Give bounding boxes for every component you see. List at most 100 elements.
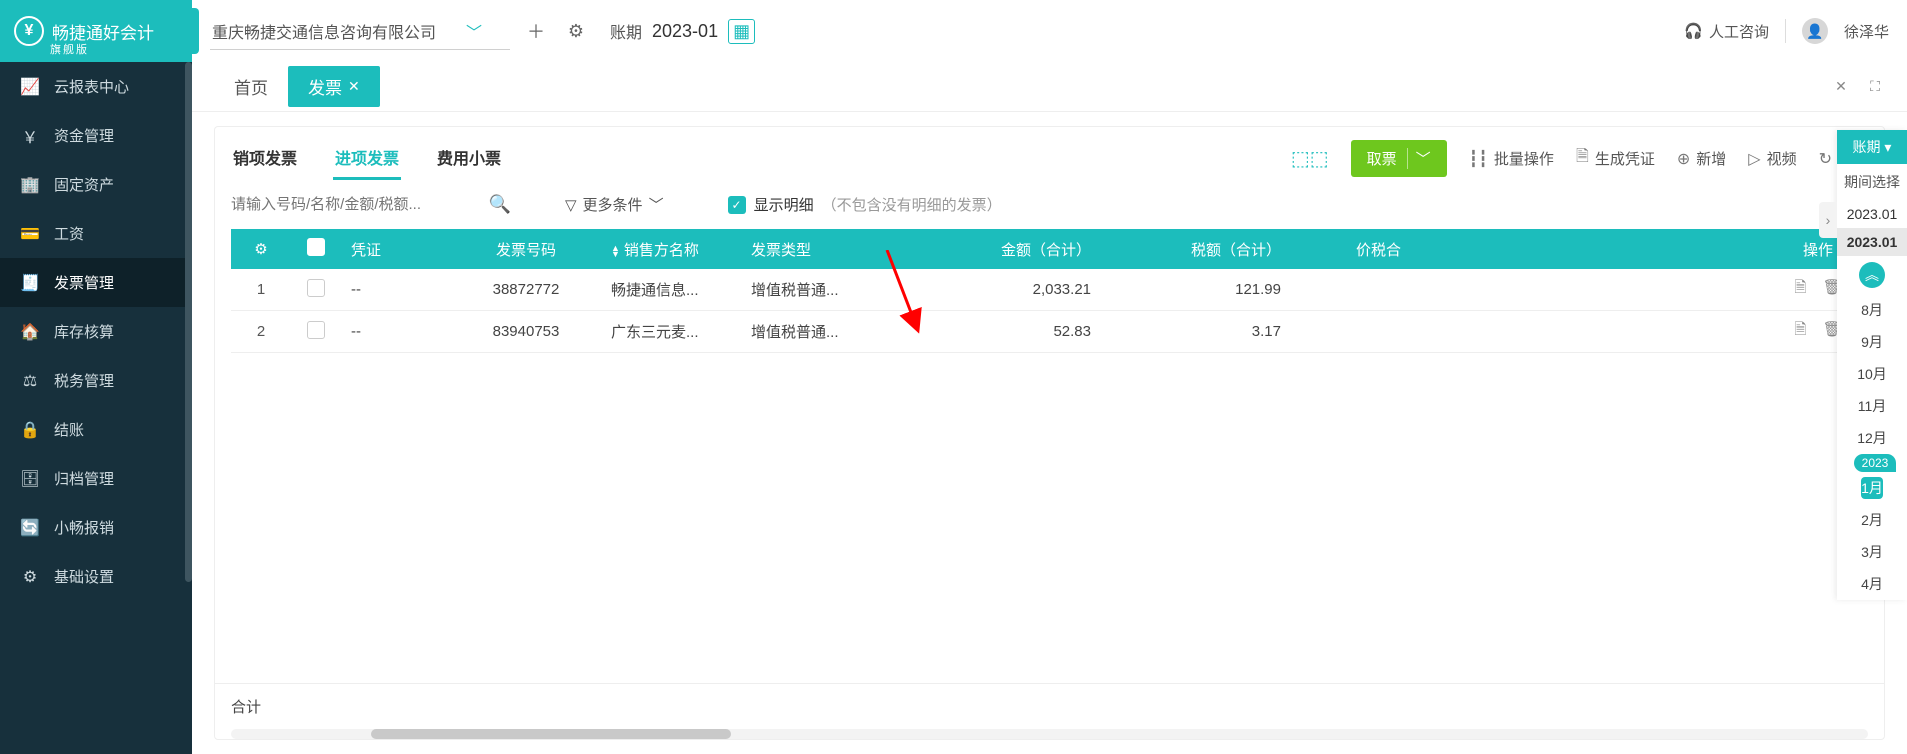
col-amount[interactable]: 金额（合计） — [901, 239, 1101, 260]
nav-salary[interactable]: 💳工资 — [0, 209, 192, 258]
nav: 📈 云报表中心 ￥资金管理 🏢固定资产 💳工资 🧾发票管理 🏠库存核算 ⚖税务管理… — [0, 62, 192, 754]
nav-funds[interactable]: ￥资金管理 — [0, 111, 192, 160]
period-selector[interactable]: 账期 2023-01 ▦ — [610, 19, 755, 44]
row-index: 1 — [231, 281, 291, 298]
chart-line-icon: 📈 — [20, 77, 40, 97]
nav-close-account[interactable]: 🔒结账 — [0, 405, 192, 454]
period-month[interactable]: 2月 — [1861, 504, 1883, 536]
cell-seller: 畅捷通信息... — [601, 279, 741, 300]
refresh-icon: 🔄 — [20, 518, 40, 538]
nav-archive[interactable]: 🗄归档管理 — [0, 454, 192, 503]
cell-invoice-no: 83940753 — [451, 323, 601, 340]
wallet-icon: 💳 — [20, 224, 40, 244]
col-tax[interactable]: 税额（合计） — [1101, 239, 1291, 260]
col-invoice-no[interactable]: 发票号码 — [451, 239, 601, 260]
brand-name: 畅捷通好会计 — [52, 19, 154, 44]
period-month[interactable]: 8月 — [1861, 294, 1883, 326]
subtab-purchase[interactable]: 进项发票 — [333, 137, 401, 180]
period-year[interactable]: 2023.01 — [1837, 200, 1907, 228]
show-detail-label: 显示明细 — [754, 194, 814, 215]
horizontal-scrollbar[interactable] — [231, 729, 1868, 739]
nav-label: 基础设置 — [54, 566, 114, 587]
close-icon[interactable]: ✕ — [348, 78, 360, 95]
table-row[interactable]: 2 -- 83940753 广东三元麦... 增值税普通... 52.83 3.… — [231, 311, 1868, 353]
fetch-invoice-button[interactable]: 取票 ﹀ — [1351, 140, 1447, 177]
headset-icon: 🎧 — [1684, 22, 1703, 40]
period-month[interactable]: 4月 — [1861, 568, 1883, 600]
row-index: 2 — [231, 323, 291, 340]
play-circle-icon: ▷ — [1748, 149, 1760, 169]
nav-label: 小畅报销 — [54, 517, 114, 538]
nav-settings[interactable]: ⚙基础设置 — [0, 552, 192, 601]
period-month[interactable]: 3月 — [1861, 536, 1883, 568]
search-box: 🔍 — [231, 194, 511, 215]
tab-invoice[interactable]: 发票 ✕ — [288, 66, 380, 107]
nav-label: 云报表中心 — [54, 76, 129, 97]
subtab-expense[interactable]: 费用小票 — [435, 137, 503, 180]
settings-icon[interactable]: ⚙ — [562, 17, 590, 45]
add-button[interactable]: ⊕新增 — [1677, 148, 1726, 169]
pp-btn-label: 账期 — [1853, 139, 1881, 155]
brand: ¥ 畅捷通好会计 旗舰版 — [0, 0, 192, 62]
username[interactable]: 徐泽华 — [1844, 21, 1889, 42]
cell-type: 增值税普通... — [741, 321, 901, 342]
period-month[interactable]: 10月 — [1857, 358, 1887, 390]
page-tabs: 首页 发票 ✕ ✕ ⛶ — [192, 62, 1907, 112]
fullscreen-icon[interactable]: ⛶ — [1865, 77, 1885, 97]
nav-report-center[interactable]: 📈 云报表中心 — [0, 62, 192, 111]
nav-invoice[interactable]: 🧾发票管理 — [0, 258, 192, 307]
scroll-up-icon[interactable]: ︽ — [1859, 262, 1885, 288]
invoice-card: 销项发票 进项发票 费用小票 ⬚⬚ 取票 ﹀ ┇┇批量操作 🗎生成凭证 ⊕新增 … — [214, 126, 1885, 740]
batch-ops-button[interactable]: ┇┇批量操作 — [1469, 148, 1554, 169]
close-all-icon[interactable]: ✕ — [1831, 77, 1851, 97]
row-checkbox[interactable] — [291, 321, 341, 343]
tab-home[interactable]: 首页 — [214, 66, 288, 107]
brand-edition: 旗舰版 — [50, 41, 89, 57]
fetch-label: 取票 — [1367, 148, 1397, 169]
sidebar-scrollbar[interactable] — [185, 62, 192, 754]
period-month[interactable]: 12月 — [1857, 422, 1887, 454]
period-month[interactable]: 9月 — [1861, 326, 1883, 358]
gen-voucher-button[interactable]: 🗎生成凭证 — [1576, 145, 1655, 172]
add-icon[interactable]: ＋ — [522, 17, 550, 45]
search-icon[interactable]: 🔍 — [489, 194, 511, 215]
view-icon[interactable]: 🗎 — [1794, 279, 1806, 296]
col-seller[interactable]: ▲▼销售方名称 — [601, 239, 741, 260]
show-detail-checkbox[interactable]: ✓ 显示明细 （不包含没有明细的发票） — [728, 194, 1002, 215]
cell-tax: 121.99 — [1101, 281, 1291, 298]
sliders-icon: ┇┇ — [1469, 149, 1488, 169]
col-settings[interactable]: ⚙ — [231, 240, 291, 258]
period-month-current[interactable]: 1月 — [1861, 472, 1883, 504]
consult-label: 人工咨询 — [1709, 21, 1769, 42]
period-panel-button[interactable]: 账期 ▾ — [1837, 130, 1907, 164]
nav-reimburse[interactable]: 🔄 小畅报销 — [0, 503, 192, 552]
col-total[interactable]: 价税合 — [1291, 239, 1411, 260]
search-input[interactable] — [231, 196, 479, 213]
col-type[interactable]: 发票类型 — [741, 239, 901, 260]
avatar-icon[interactable]: 👤 — [1802, 18, 1828, 44]
nav-label: 固定资产 — [54, 174, 114, 195]
nav-tax[interactable]: ⚖税务管理 — [0, 356, 192, 405]
consult-button[interactable]: 🎧 人工咨询 — [1684, 21, 1769, 42]
nav-inventory[interactable]: 🏠库存核算 — [0, 307, 192, 356]
col-voucher[interactable]: 凭证 — [341, 239, 451, 260]
row-checkbox[interactable] — [291, 279, 341, 301]
nav-label: 归档管理 — [54, 468, 114, 489]
period-year[interactable]: 2023.01 — [1837, 228, 1907, 256]
nav-fixed-assets[interactable]: 🏢固定资产 — [0, 160, 192, 209]
video-button[interactable]: ▷视频 — [1748, 148, 1796, 169]
panel-collapse-handle[interactable]: › — [1819, 202, 1837, 238]
col-checkbox[interactable] — [291, 238, 341, 260]
qr-icon[interactable]: ⬚⬚ — [1291, 146, 1329, 171]
nav-label: 结账 — [54, 419, 84, 440]
checkbox-icon — [307, 279, 325, 297]
view-icon[interactable]: 🗎 — [1794, 321, 1806, 338]
table-row[interactable]: 1 -- 38872772 畅捷通信息... 增值税普通... 2,033.21… — [231, 269, 1868, 311]
cell-seller: 广东三元麦... — [601, 321, 741, 342]
period-month[interactable]: 11月 — [1858, 390, 1887, 422]
subtab-sales[interactable]: 销项发票 — [231, 137, 299, 180]
nav-label: 发票管理 — [54, 272, 114, 293]
more-filters-button[interactable]: ▽ 更多条件 ﹀ — [565, 194, 664, 215]
company-selector[interactable]: 重庆畅捷交通信息咨询有限公司 ﹀ — [210, 13, 510, 50]
col-label: 销售方名称 — [624, 242, 699, 259]
